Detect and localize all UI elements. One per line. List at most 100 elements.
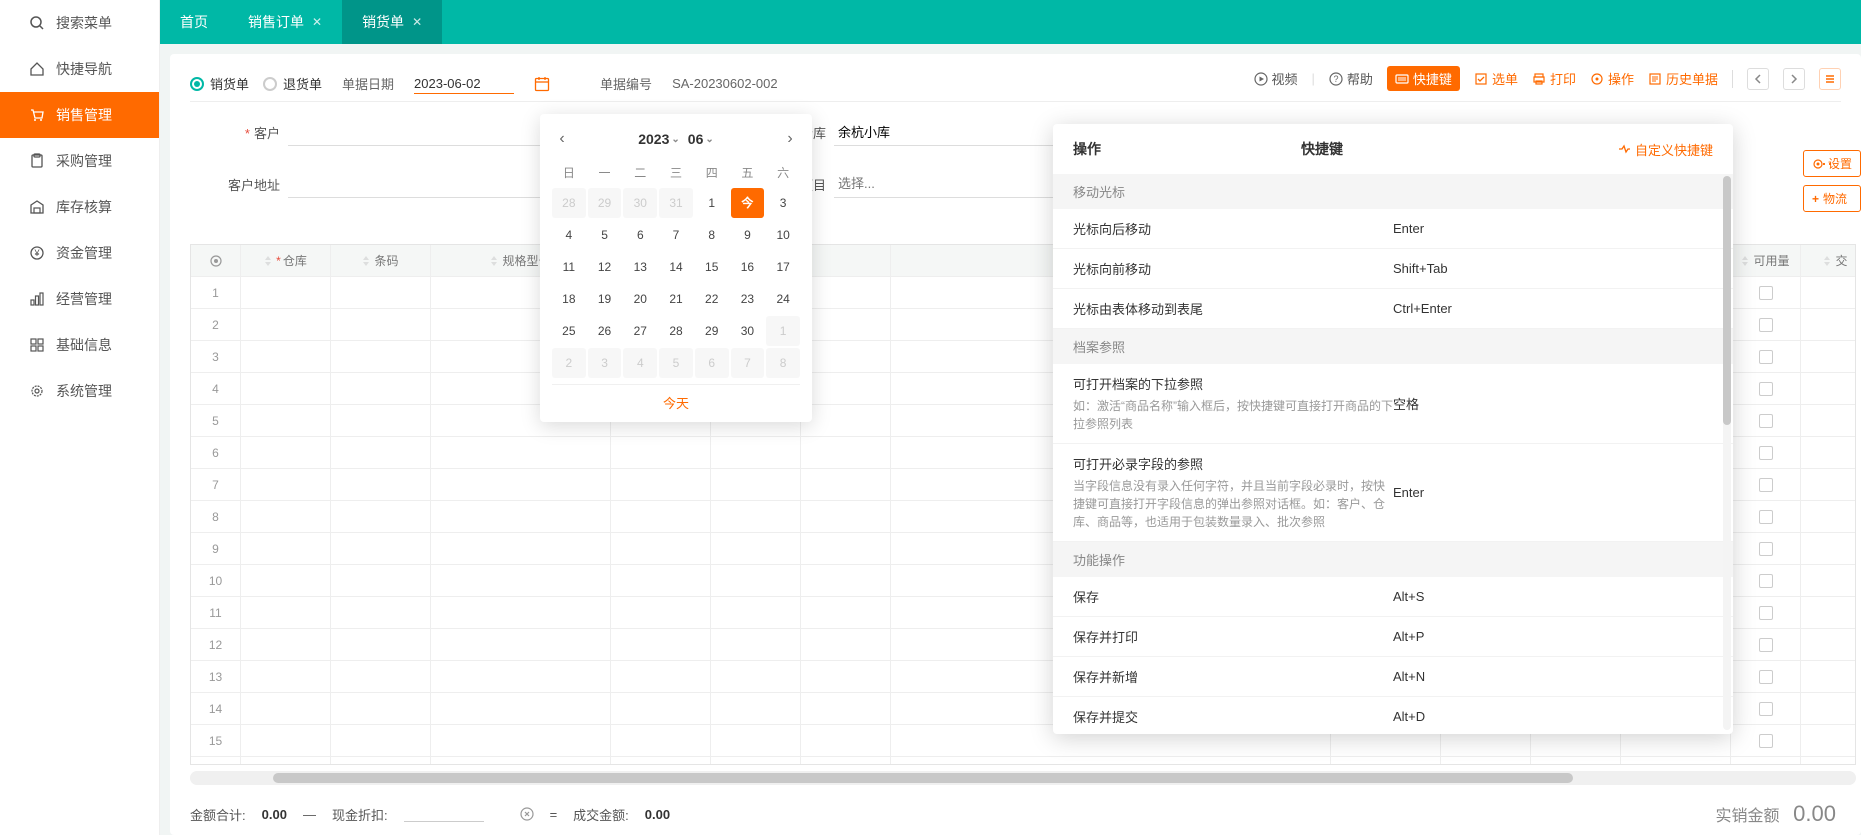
select-button[interactable]: 选单 [1474,69,1518,88]
grid-cell[interactable] [431,469,611,501]
cal-day[interactable]: 12 [588,252,622,282]
gift-checkbox[interactable] [1759,414,1773,428]
grid-cell[interactable] [801,469,891,501]
grid-cell[interactable] [711,629,801,661]
grid-cell[interactable] [711,533,801,565]
grid-cell-gift[interactable] [1731,309,1801,341]
cal-day[interactable]: 4 [552,220,586,250]
grid-hscrollbar[interactable] [190,771,1856,785]
grid-cell[interactable] [241,693,331,725]
grid-cell-gift[interactable] [1731,533,1801,565]
grid-cell[interactable] [241,629,331,661]
sidebar-item-5[interactable]: ¥资金管理 [0,230,159,276]
grid-cell[interactable] [431,757,611,765]
grid-cell[interactable] [611,629,711,661]
grid-cell-gift[interactable] [1731,565,1801,597]
custom-shortcut-button[interactable]: 自定义快捷键 [1617,140,1713,159]
grid-cell[interactable] [241,469,331,501]
grid-cell[interactable] [331,661,431,693]
grid-cell[interactable] [891,757,1331,765]
grid-cell[interactable] [331,373,431,405]
history-next-button[interactable] [1783,68,1805,90]
grid-cell[interactable] [431,437,611,469]
cal-year-select[interactable]: 2023⌄ [638,131,680,147]
cal-day[interactable]: 17 [766,252,800,282]
tab-2[interactable]: 销货单✕ [342,0,442,44]
doctype-radio-1[interactable]: 退货单 [263,74,322,93]
grid-cell[interactable] [801,373,891,405]
cal-day[interactable]: 11 [552,252,586,282]
grid-cell[interactable] [241,501,331,533]
grid-cell[interactable] [1531,757,1621,765]
sidebar-item-2[interactable]: 销售管理 [0,92,159,138]
grid-cell[interactable] [331,501,431,533]
cal-day[interactable]: 30 [731,316,765,346]
grid-cell[interactable] [331,757,431,765]
grid-cell[interactable] [711,501,801,533]
grid-cell-gift[interactable] [1731,501,1801,533]
grid-cell[interactable] [801,693,891,725]
doctype-radio-0[interactable]: 销货单 [190,74,249,93]
grid-header-deliver[interactable]: 交 [1801,245,1856,277]
cal-day[interactable]: 28 [552,188,586,218]
cal-day[interactable]: 16 [731,252,765,282]
grid-cell[interactable] [801,437,891,469]
cal-day[interactable]: 10 [766,220,800,250]
grid-cell[interactable] [431,501,611,533]
shortcut-vscrollbar[interactable] [1723,176,1731,730]
grid-cell[interactable] [801,309,891,341]
grid-cell[interactable] [241,565,331,597]
cal-day[interactable]: 22 [695,284,729,314]
grid-cell[interactable] [711,437,801,469]
grid-cell-available[interactable] [1801,565,1856,597]
grid-cell[interactable] [431,629,611,661]
cal-day[interactable]: 30 [623,188,657,218]
grid-cell-available[interactable] [1801,661,1856,693]
cal-day[interactable]: 1 [695,188,729,218]
grid-cell[interactable] [241,405,331,437]
grid-cell-available[interactable] [1801,501,1856,533]
grid-header-warehouse[interactable]: *仓库 [241,245,331,277]
sidebar-item-0[interactable]: 搜索菜单 [0,0,159,46]
cal-day[interactable]: 8 [695,220,729,250]
grid-cell-available[interactable] [1801,277,1856,309]
grid-header-barcode[interactable]: 条码 [331,245,431,277]
grid-cell-available[interactable] [1801,437,1856,469]
help-button[interactable]: ? 帮助 [1329,69,1373,88]
grid-cell[interactable] [431,565,611,597]
gift-checkbox[interactable] [1759,318,1773,332]
grid-cell[interactable] [801,629,891,661]
cal-day[interactable]: 3 [588,348,622,378]
calendar-icon[interactable] [534,76,550,92]
grid-cell[interactable] [801,277,891,309]
cal-day[interactable]: 31 [659,188,693,218]
cal-day[interactable]: 6 [695,348,729,378]
sidebar-item-7[interactable]: 基础信息 [0,322,159,368]
grid-cell[interactable] [331,565,431,597]
grid-cell[interactable] [611,533,711,565]
cal-today-button[interactable]: 今天 [552,384,800,416]
cal-day[interactable]: 5 [588,220,622,250]
grid-cell[interactable] [711,661,801,693]
grid-cell-available[interactable] [1801,373,1856,405]
close-icon[interactable]: ✕ [412,15,422,29]
cal-day[interactable]: 19 [588,284,622,314]
grid-cell[interactable] [431,661,611,693]
info-icon[interactable] [520,807,534,821]
grid-cell-gift[interactable] [1731,469,1801,501]
grid-cell[interactable] [331,309,431,341]
grid-cell[interactable] [801,597,891,629]
grid-cell[interactable] [711,565,801,597]
cal-day[interactable]: 26 [588,316,622,346]
grid-cell[interactable] [241,277,331,309]
grid-cell[interactable] [611,565,711,597]
grid-cell[interactable] [241,437,331,469]
sidebar-item-1[interactable]: 快捷导航 [0,46,159,92]
grid-more-icon[interactable]: ⋯ [1815,154,1833,175]
grid-cell[interactable] [241,597,331,629]
gift-checkbox[interactable] [1759,510,1773,524]
grid-cell-available[interactable] [1801,341,1856,373]
grid-cell[interactable] [241,341,331,373]
cal-day[interactable]: 15 [695,252,729,282]
grid-cell-gift[interactable] [1731,597,1801,629]
